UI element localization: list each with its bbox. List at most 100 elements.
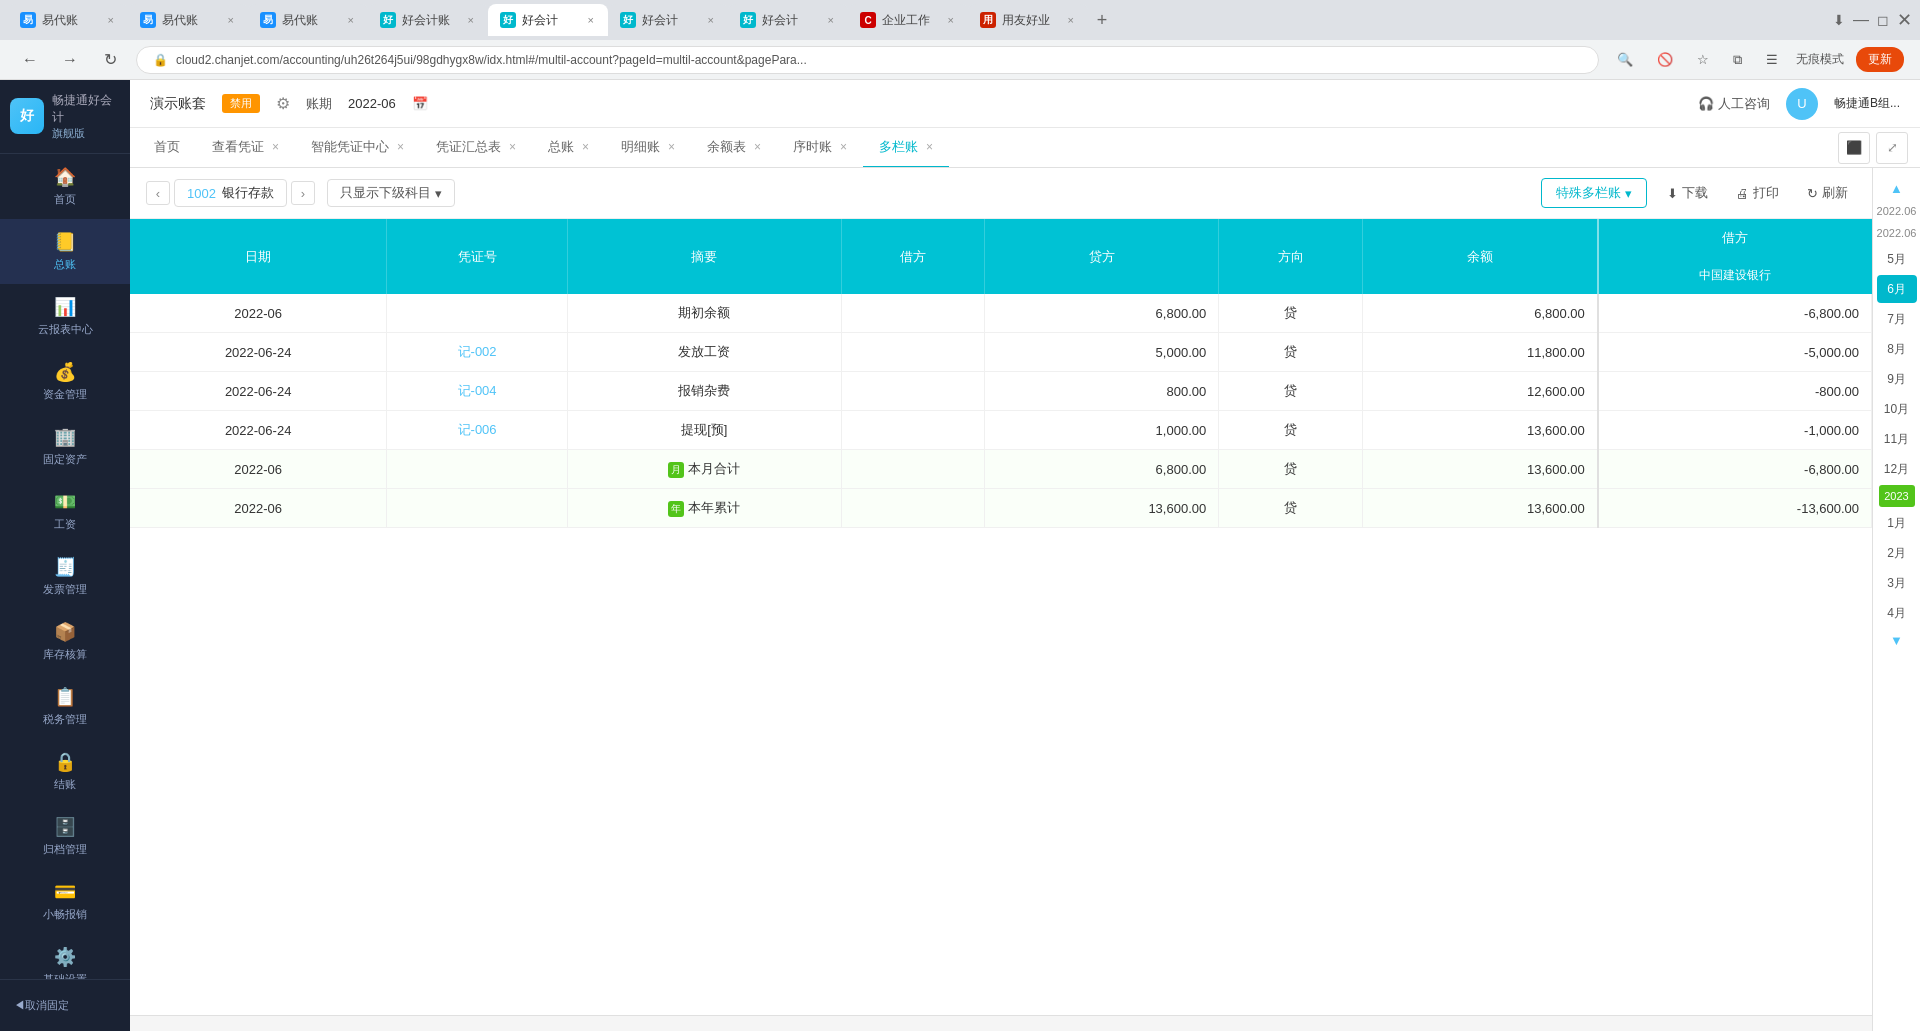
- funds-icon: 💰: [54, 361, 76, 383]
- month-scroll-up[interactable]: ▲: [1879, 176, 1915, 200]
- sidebar-item-funds[interactable]: 💰 资金管理: [0, 349, 130, 414]
- month-12[interactable]: 12月: [1877, 455, 1917, 483]
- update-browser-btn[interactable]: 更新: [1856, 47, 1904, 72]
- month-11[interactable]: 11月: [1877, 425, 1917, 453]
- tab-voucher-summary[interactable]: 凭证汇总表 ×: [420, 128, 532, 168]
- sidebar-item-ledger[interactable]: 📒 总账: [0, 219, 130, 284]
- tab-close-btn[interactable]: ×: [226, 12, 236, 28]
- tab-haokuaiji-2[interactable]: 好 好会计 ×: [608, 4, 728, 36]
- tab-detail-ledger[interactable]: 明细账 ×: [605, 128, 691, 168]
- account-selector[interactable]: 1002 银行存款: [174, 179, 287, 207]
- sidebar-item-archive[interactable]: 🗄️ 归档管理: [0, 804, 130, 869]
- tab-yidaizhang-3[interactable]: 易 易代账 ×: [248, 4, 368, 36]
- tab-gl-close[interactable]: ×: [582, 140, 589, 154]
- row-voucher[interactable]: 记-002: [387, 333, 568, 372]
- month-2023-2[interactable]: 2月: [1877, 539, 1917, 567]
- tab-close-btn[interactable]: ×: [706, 12, 716, 28]
- multi-col-btn[interactable]: 特殊多栏账 ▾: [1541, 178, 1647, 208]
- nav-prev-btn[interactable]: ‹: [146, 181, 170, 205]
- new-tab-btn[interactable]: +: [1088, 6, 1116, 34]
- back-btn[interactable]: ←: [16, 46, 44, 74]
- minimize-btn[interactable]: —: [1853, 11, 1869, 29]
- month-10[interactable]: 10月: [1877, 395, 1917, 423]
- search-icon[interactable]: 🔍: [1611, 48, 1639, 71]
- month-6-active[interactable]: 6月: [1877, 275, 1917, 303]
- sidebar-item-inventory[interactable]: 📦 库存核算: [0, 609, 130, 674]
- tab-home[interactable]: 首页: [138, 128, 196, 168]
- month-7[interactable]: 7月: [1877, 305, 1917, 333]
- tab-list-btn[interactable]: ⬇: [1833, 12, 1845, 28]
- ledger-table-container[interactable]: 日期 凭证号 摘要 借方 贷方 方向 余额 借方 中国建设银行: [130, 219, 1872, 1015]
- refresh-nav-btn[interactable]: ↻: [96, 46, 124, 74]
- month-scroll-down[interactable]: ▼: [1879, 628, 1915, 652]
- month-2023-4[interactable]: 4月: [1877, 599, 1917, 627]
- tab-smart-close[interactable]: ×: [397, 140, 404, 154]
- tab-close-btn[interactable]: ×: [1066, 12, 1076, 28]
- star-icon[interactable]: ☆: [1691, 48, 1715, 71]
- tab-close-btn[interactable]: ×: [946, 12, 956, 28]
- tab-close-btn[interactable]: ×: [106, 12, 116, 28]
- restore-btn[interactable]: ◻: [1877, 12, 1889, 28]
- tab-smart-voucher[interactable]: 智能凭证中心 ×: [295, 128, 420, 168]
- sub-filter[interactable]: 只显示下级科目 ▾: [327, 179, 455, 207]
- tab-yongyou[interactable]: 用 用友好业 ×: [968, 4, 1088, 36]
- tab-close-btn[interactable]: ×: [586, 12, 596, 28]
- forward-btn[interactable]: →: [56, 46, 84, 74]
- tab-haokuaiji-active[interactable]: 好 好会计 ×: [488, 4, 608, 36]
- tab-detail-close[interactable]: ×: [668, 140, 675, 154]
- help-btn[interactable]: 🎧 人工咨询: [1698, 95, 1770, 113]
- row-voucher[interactable]: 记-004: [387, 372, 568, 411]
- tab-close-btn[interactable]: ×: [346, 12, 356, 28]
- sidebar-item-settings[interactable]: ⚙️ 基础设置: [0, 934, 130, 979]
- horizontal-scrollbar[interactable]: [130, 1015, 1872, 1031]
- tab-haokuaiji-1[interactable]: 好 好会计账 ×: [368, 4, 488, 36]
- tab-journal[interactable]: 序时账 ×: [777, 128, 863, 168]
- sidebar-item-assets[interactable]: 🏢 固定资产: [0, 414, 130, 479]
- print-btn[interactable]: 🖨 打印: [1728, 180, 1787, 206]
- nav-next-btn[interactable]: ›: [291, 181, 315, 205]
- unpin-btn[interactable]: ◀取消固定: [10, 990, 120, 1021]
- sidebar-item-closing[interactable]: 🔒 结账: [0, 739, 130, 804]
- refresh-data-btn[interactable]: ↻ 刷新: [1799, 180, 1856, 206]
- tab-haokuaiji-3[interactable]: 好 好会计 ×: [728, 4, 848, 36]
- tab-close-btn[interactable]: ×: [466, 12, 476, 28]
- sidebar-item-home[interactable]: 🏠 首页: [0, 154, 130, 219]
- tab-voucher[interactable]: 查看凭证 ×: [196, 128, 295, 168]
- sidebar-item-invoice[interactable]: 🧾 发票管理: [0, 544, 130, 609]
- row-voucher[interactable]: 记-006: [387, 411, 568, 450]
- tab-close-btn[interactable]: ×: [826, 12, 836, 28]
- tab-favicon: C: [860, 12, 876, 28]
- tab-multi-col[interactable]: 多栏账 ×: [863, 128, 949, 168]
- close-btn[interactable]: ✕: [1897, 9, 1912, 31]
- tab-journal-close[interactable]: ×: [840, 140, 847, 154]
- month-8[interactable]: 8月: [1877, 335, 1917, 363]
- tab-yidaizhang-1[interactable]: 易 易代账 ×: [8, 4, 128, 36]
- tab-enterprise[interactable]: C 企业工作 ×: [848, 4, 968, 36]
- tab-balance[interactable]: 余额表 ×: [691, 128, 777, 168]
- settings-gear-icon[interactable]: ⚙: [276, 94, 290, 113]
- sidebar-item-tax[interactable]: 📋 税务管理: [0, 674, 130, 739]
- split-screen-icon[interactable]: ⧉: [1727, 48, 1748, 72]
- tab-balance-close[interactable]: ×: [754, 140, 761, 154]
- month-5[interactable]: 5月: [1877, 245, 1917, 273]
- tab-collapse-btn[interactable]: ⬛: [1838, 132, 1870, 164]
- account-status-badge[interactable]: 禁用: [222, 94, 260, 113]
- month-2023-1[interactable]: 1月: [1877, 509, 1917, 537]
- download-btn[interactable]: ⬇ 下载: [1659, 180, 1716, 206]
- tab-mc-close[interactable]: ×: [926, 140, 933, 154]
- tab-voucher-close[interactable]: ×: [272, 140, 279, 154]
- sidebar-item-salary[interactable]: 💵 工资: [0, 479, 130, 544]
- url-bar[interactable]: 🔒 cloud2.chanjet.com/accounting/uh26t264…: [136, 46, 1599, 74]
- tab-vs-close[interactable]: ×: [509, 140, 516, 154]
- tab-general-ledger[interactable]: 总账 ×: [532, 128, 605, 168]
- no-trace-icon[interactable]: 🚫: [1651, 48, 1679, 71]
- browser-menu-icon[interactable]: ☰: [1760, 48, 1784, 71]
- calendar-icon[interactable]: 📅: [412, 96, 428, 111]
- table-row: 2022-06 月本月合计 6,800.00 贷 13,600.00 -6,80…: [130, 450, 1872, 489]
- month-2023-3[interactable]: 3月: [1877, 569, 1917, 597]
- tab-yidaizhang-2[interactable]: 易 易代账 ×: [128, 4, 248, 36]
- sidebar-item-expense[interactable]: 💳 小畅报销: [0, 869, 130, 934]
- month-9[interactable]: 9月: [1877, 365, 1917, 393]
- sidebar-item-report[interactable]: 📊 云报表中心: [0, 284, 130, 349]
- tab-expand-btn[interactable]: ⤢: [1876, 132, 1908, 164]
